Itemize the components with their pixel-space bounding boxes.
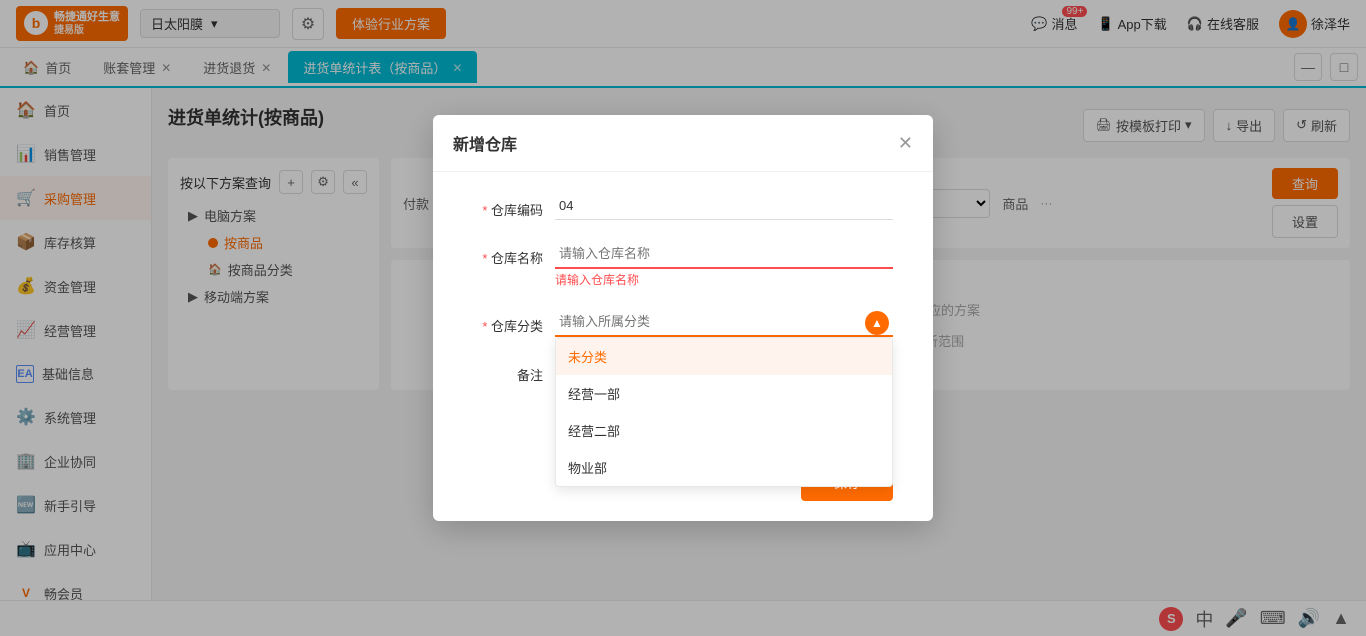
modal-close-button[interactable]: ✕ xyxy=(898,134,913,152)
name-form-row: 仓库名称 请输入仓库名称 xyxy=(473,240,893,288)
code-input[interactable] xyxy=(555,192,893,220)
name-error-message: 请输入仓库名称 xyxy=(555,271,893,288)
name-input-wrap: 请输入仓库名称 xyxy=(555,240,893,288)
notes-label: 备注 xyxy=(473,357,543,384)
category-label: 仓库分类 xyxy=(473,308,543,335)
dropdown-item-dept2[interactable]: 经营二部 xyxy=(556,412,892,449)
name-label: 仓库名称 xyxy=(473,240,543,267)
category-input-wrap: ▲ 未分类 经营一部 经营二部 物业部 xyxy=(555,308,893,337)
category-form-row: 仓库分类 ▲ 未分类 经营一部 经营二部 物业部 xyxy=(473,308,893,337)
dropdown-item-dept3[interactable]: 物业部 xyxy=(556,449,892,486)
name-input[interactable] xyxy=(555,240,893,269)
modal-body: 仓库编码 仓库名称 请输入仓库名称 仓库分类 ▲ xyxy=(433,172,933,445)
code-form-row: 仓库编码 xyxy=(473,192,893,220)
modal-header: 新增仓库 ✕ xyxy=(433,115,933,172)
category-input[interactable] xyxy=(555,308,893,337)
dropdown-item-uncategorized[interactable]: 未分类 xyxy=(556,338,892,375)
modal-overlay[interactable]: 新增仓库 ✕ 仓库编码 仓库名称 请输入仓库名称 仓库分类 xyxy=(0,0,1366,636)
code-input-wrap xyxy=(555,192,893,220)
new-warehouse-modal: 新增仓库 ✕ 仓库编码 仓库名称 请输入仓库名称 仓库分类 xyxy=(433,115,933,521)
modal-title: 新增仓库 xyxy=(453,131,517,155)
dropdown-item-dept1[interactable]: 经营一部 xyxy=(556,375,892,412)
category-dropdown-list: 未分类 经营一部 经营二部 物业部 xyxy=(555,337,893,487)
code-label: 仓库编码 xyxy=(473,192,543,219)
dropdown-toggle[interactable]: ▲ xyxy=(865,311,889,335)
